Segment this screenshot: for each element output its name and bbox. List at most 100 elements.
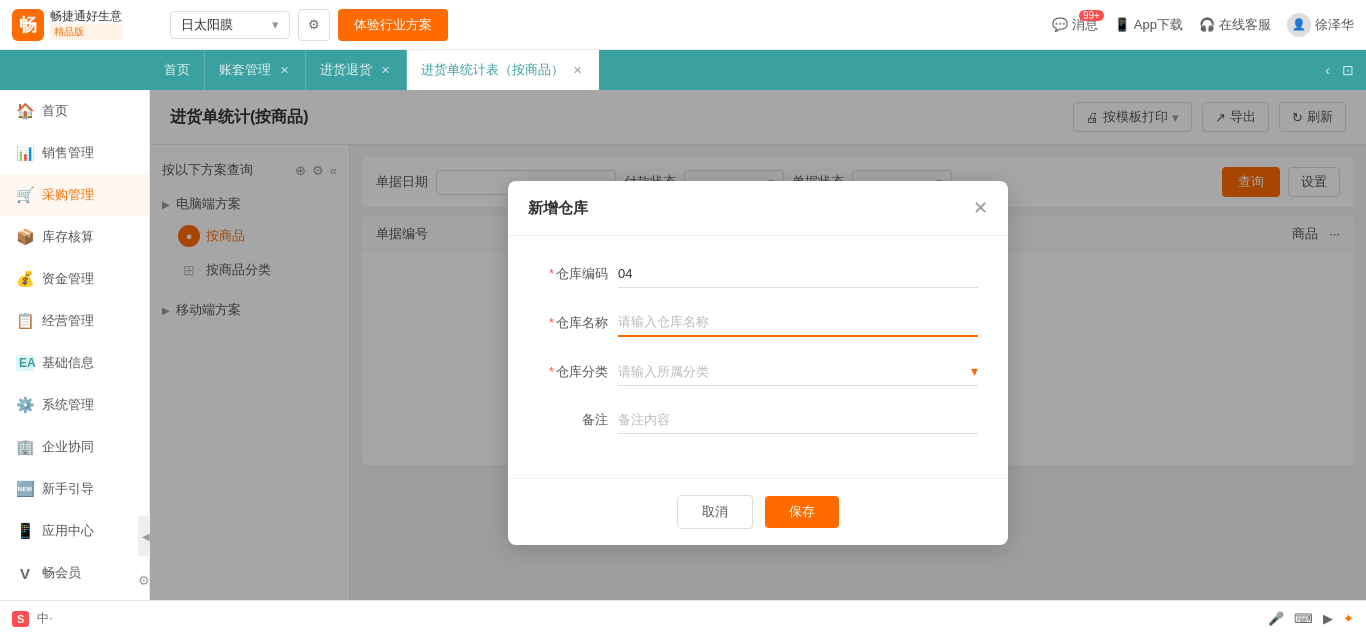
bottom-right: 🎤 ⌨ ▶ ✦ xyxy=(1268,611,1354,626)
guide-icon: 🆕 xyxy=(16,480,34,498)
settings-bottom-icon[interactable]: ⚙ xyxy=(138,573,150,588)
mic-icon[interactable]: 🎤 xyxy=(1268,611,1284,626)
username-label: 徐泽华 xyxy=(1315,16,1354,34)
warehouse-remark-input[interactable] xyxy=(618,406,978,434)
tab-purchase-return-close-icon[interactable]: ✕ xyxy=(378,63,392,77)
form-row-code: *仓库编码 xyxy=(538,260,978,288)
warehouse-category-select[interactable]: ▾ xyxy=(618,357,978,386)
message-icon: 💬 xyxy=(1052,17,1068,32)
tab-accounts[interactable]: 账套管理 ✕ xyxy=(205,50,306,90)
content-area: 进货单统计(按商品) 🖨 按模板打印 ▾ ↗ 导出 ↻ 刷新 xyxy=(150,90,1366,636)
sidebar-item-sales[interactable]: 📊 销售管理 xyxy=(0,132,149,174)
member-icon: V xyxy=(16,565,34,582)
operation-icon: 📋 xyxy=(16,312,34,330)
save-button[interactable]: 保存 xyxy=(765,496,839,528)
warehouse-code-input[interactable] xyxy=(618,260,978,288)
tab-controls: ‹ ⊡ xyxy=(1321,58,1366,82)
bottom-text: 中· xyxy=(37,610,52,627)
app-name: 畅捷通好生意 xyxy=(50,9,122,25)
finance-icon: 💰 xyxy=(16,270,34,288)
sidebar-item-enterprise[interactable]: 🏢 企业协同 xyxy=(0,426,149,468)
bottom-bar: S 中· 🎤 ⌨ ▶ ✦ xyxy=(0,600,1366,636)
sidebar-item-enterprise-label: 企业协同 xyxy=(42,438,94,456)
sidebar-item-purchase-label: 采购管理 xyxy=(42,186,94,204)
message-btn[interactable]: 💬 消息 99+ xyxy=(1052,16,1098,34)
sidebar-item-basic-label: 基础信息 xyxy=(42,354,94,372)
sidebar-item-finance-label: 资金管理 xyxy=(42,270,94,288)
sidebar-item-finance[interactable]: 💰 资金管理 xyxy=(0,258,149,300)
play-icon[interactable]: ▶ xyxy=(1323,611,1333,626)
bottom-logo: S xyxy=(12,611,29,627)
inventory-icon: 📦 xyxy=(16,228,34,246)
code-label: *仓库编码 xyxy=(538,265,618,283)
bottom-left: S 中· xyxy=(12,610,53,627)
message-badge: 99+ xyxy=(1079,10,1104,21)
tab-home[interactable]: 首页 xyxy=(150,50,205,90)
online-service-btn[interactable]: 🎧 在线客服 xyxy=(1199,16,1271,34)
modal-close-button[interactable]: ✕ xyxy=(973,197,988,219)
basic-icon: EA xyxy=(16,355,34,371)
purchase-icon: 🛒 xyxy=(16,186,34,204)
category-label: *仓库分类 xyxy=(538,363,618,381)
sidebar-item-guide[interactable]: 🆕 新手引导 xyxy=(0,468,149,510)
sidebar-item-inventory-label: 库存核算 xyxy=(42,228,94,246)
sales-icon: 📊 xyxy=(16,144,34,162)
sidebar-item-purchase[interactable]: 🛒 采购管理 xyxy=(0,174,149,216)
sidebar-item-inventory[interactable]: 📦 库存核算 xyxy=(0,216,149,258)
store-selector[interactable]: 日太阳膜 ▾ xyxy=(170,11,290,39)
sidebar-item-member[interactable]: V 畅会员 xyxy=(0,552,149,594)
user-avatar: 👤 xyxy=(1287,13,1311,37)
tab-purchase-return-label: 进货退货 xyxy=(320,61,372,79)
sidebar: 🏠 首页 📊 销售管理 🛒 采购管理 📦 库存核算 💰 资金管理 📋 经营管理 … xyxy=(0,90,150,636)
app-download-btn[interactable]: 📱 App下载 xyxy=(1114,16,1183,34)
app-logo: 畅 xyxy=(12,9,44,41)
main-layout: 🏠 首页 📊 销售管理 🛒 采购管理 📦 库存核算 💰 资金管理 📋 经营管理 … xyxy=(0,90,1366,636)
app-download-label: App下载 xyxy=(1134,16,1183,34)
trial-button[interactable]: 体验行业方案 xyxy=(338,9,448,41)
tab-home-label: 首页 xyxy=(164,61,190,79)
cancel-button[interactable]: 取消 xyxy=(677,495,753,529)
tab-accounts-label: 账套管理 xyxy=(219,61,271,79)
modal-overlay: 新增仓库 ✕ *仓库编码 *仓库名称 xyxy=(150,90,1366,636)
sidebar-item-basic[interactable]: EA 基础信息 xyxy=(0,342,149,384)
tab-purchase-stat-close-icon[interactable]: ✕ xyxy=(570,63,584,77)
warehouse-name-input[interactable] xyxy=(618,308,978,337)
sidebar-item-operation[interactable]: 📋 经营管理 xyxy=(0,300,149,342)
tab-prev-icon[interactable]: ‹ xyxy=(1321,58,1334,82)
user-btn[interactable]: 👤 徐泽华 xyxy=(1287,13,1354,37)
modal-title: 新增仓库 xyxy=(528,199,588,218)
modal-header: 新增仓库 ✕ xyxy=(508,181,1008,236)
tab-purchase-return[interactable]: 进货退货 ✕ xyxy=(306,50,407,90)
sidebar-bottom-actions: ⚙ 🔊 xyxy=(130,565,150,596)
enterprise-icon: 🏢 xyxy=(16,438,34,456)
remark-label: 备注 xyxy=(538,411,618,429)
dropdown-arrow-icon: ▾ xyxy=(272,17,279,32)
tab-bar: 首页 账套管理 ✕ 进货退货 ✕ 进货单统计表（按商品） ✕ ‹ ⊡ xyxy=(0,50,1366,90)
sidebar-item-home-label: 首页 xyxy=(42,102,68,120)
mobile-icon: 📱 xyxy=(1114,17,1130,32)
keyboard-icon[interactable]: ⌨ xyxy=(1294,611,1313,626)
home-icon: 🏠 xyxy=(16,102,34,120)
headset-icon: 🎧 xyxy=(1199,17,1215,32)
appcenter-icon: 📱 xyxy=(16,522,34,540)
warehouse-category-input[interactable] xyxy=(618,364,971,379)
sidebar-item-member-label: 畅会员 xyxy=(42,564,81,582)
tab-next-icon[interactable]: ⊡ xyxy=(1338,58,1358,82)
sidebar-item-sales-label: 销售管理 xyxy=(42,144,94,162)
sidebar-item-appcenter-label: 应用中心 xyxy=(42,522,94,540)
category-dropdown-icon: ▾ xyxy=(971,363,978,379)
sidebar-toggle[interactable]: ◀ xyxy=(138,516,150,556)
tab-purchase-stat-label: 进货单统计表（按商品） xyxy=(421,61,564,79)
sidebar-item-appcenter[interactable]: 📱 应用中心 xyxy=(0,510,149,552)
settings-icon[interactable]: ⚙ xyxy=(298,9,330,41)
app-badge: 精品版 xyxy=(50,24,122,40)
modal-body: *仓库编码 *仓库名称 *仓库分类 xyxy=(508,236,1008,478)
store-name: 日太阳膜 xyxy=(181,16,233,34)
star-icon[interactable]: ✦ xyxy=(1343,611,1354,626)
sidebar-item-system[interactable]: ⚙️ 系统管理 xyxy=(0,384,149,426)
tab-purchase-stat[interactable]: 进货单统计表（按商品） ✕ xyxy=(407,50,599,90)
logo-area: 畅 畅捷通好生意 精品版 xyxy=(12,9,162,41)
sidebar-item-home[interactable]: 🏠 首页 xyxy=(0,90,149,132)
tab-accounts-close-icon[interactable]: ✕ xyxy=(277,63,291,77)
top-bar: 畅 畅捷通好生意 精品版 日太阳膜 ▾ ⚙ 体验行业方案 💬 消息 99+ 📱 … xyxy=(0,0,1366,50)
